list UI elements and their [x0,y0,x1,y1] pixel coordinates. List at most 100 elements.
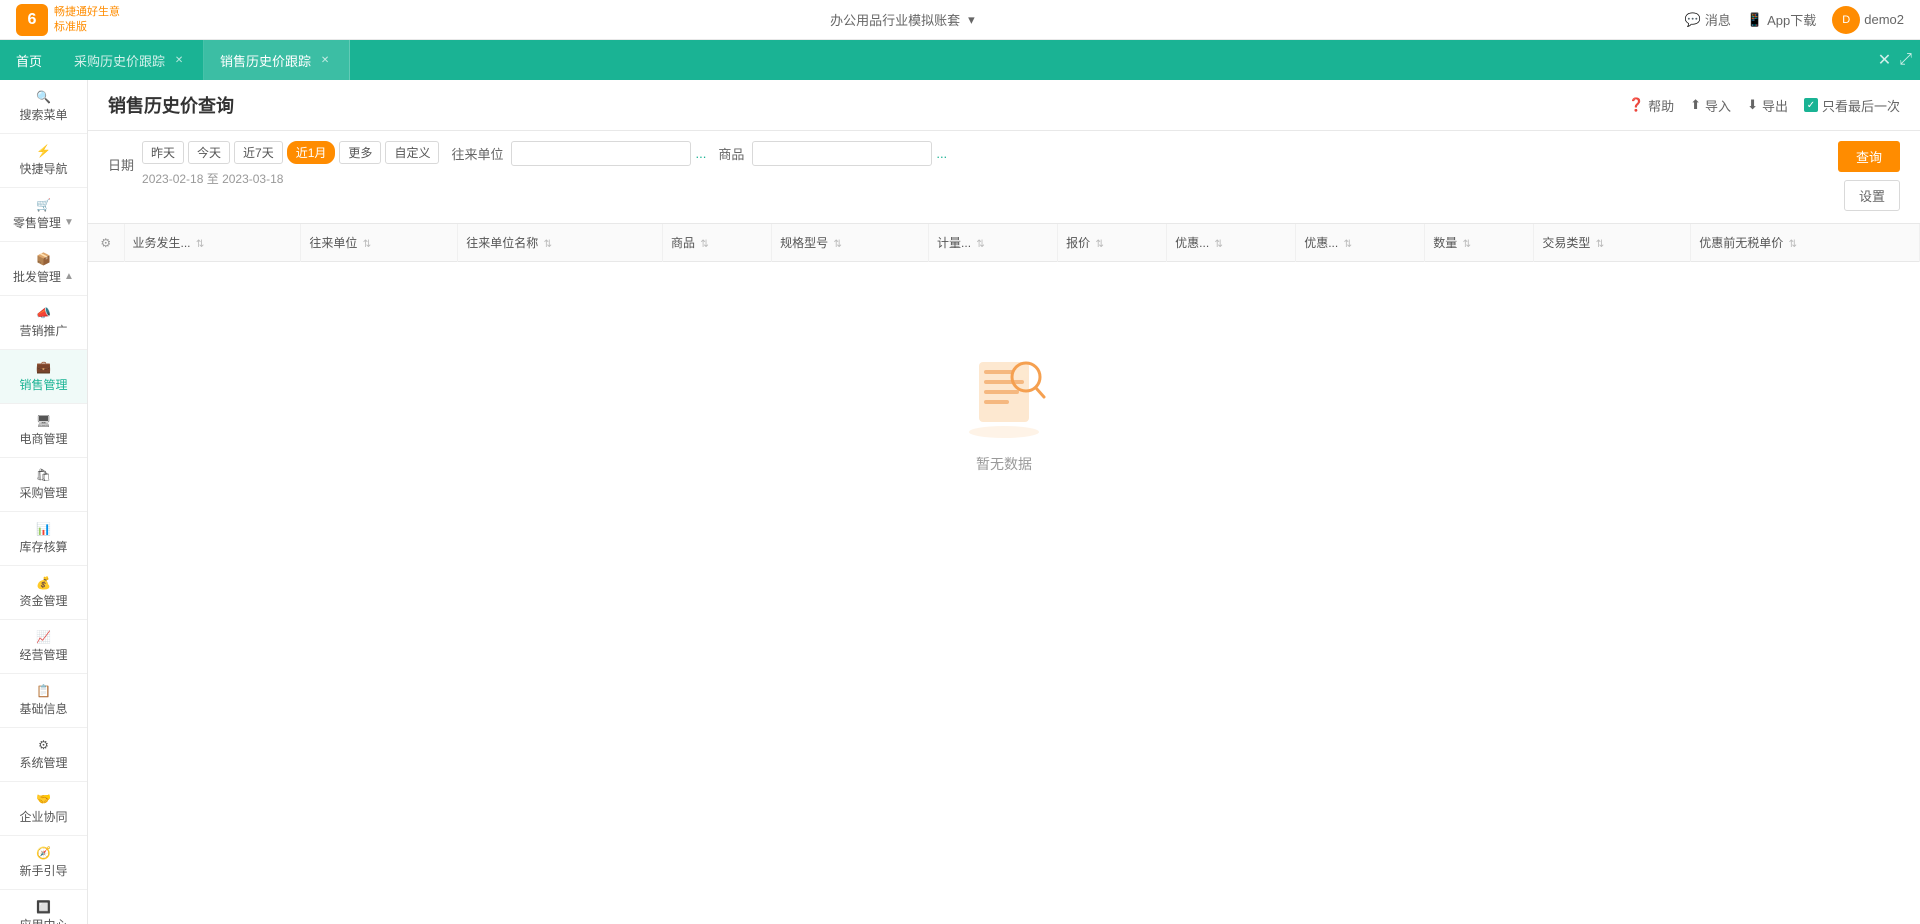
download-icon: 📱 [1747,12,1763,28]
tab-purchase[interactable]: 采购历史价跟踪 ✕ [58,40,204,80]
sort-arrows-partner-code: ⇅ [363,239,371,250]
sort-arrows-unit: ⇅ [976,239,984,250]
only-last-checkbox[interactable]: ✓ 只看最后一次 [1804,96,1900,115]
operations-icon: 📈 [36,630,51,644]
date-filter-controls: 昨天 今天 近7天 近1月 更多 自定义 2023-02-18 至 2023-0… [142,141,439,187]
goods-input[interactable] [752,141,932,166]
user-menu[interactable]: D demo2 [1832,6,1904,34]
sort-arrows-biz-date: ⇅ [196,239,204,250]
sidebar-item-marketing[interactable]: 📣 营销推广 [0,296,87,350]
tab-home[interactable]: 首页 [0,40,58,80]
sort-arrows-partner-name: ⇅ [544,239,552,250]
sort-arrows-quantity: ⇅ [1463,239,1471,250]
date-btn-yesterday[interactable]: 昨天 [142,141,184,164]
th-pretax-price[interactable]: 优惠前无税单价 ⇅ [1691,224,1920,262]
main-layout: 🔍 搜索菜单 ⚡ 快捷导航 🛒 零售管理 ▼ 📦 批发管理 ▲ 📣 营销推广 [0,80,1920,924]
sidebar-item-enterprise[interactable]: 🤝 企业协同 [0,782,87,836]
data-table: ⚙ 业务发生... ⇅ 往来单位 ⇅ 往来单位名称 ⇅ [88,224,1920,262]
th-quote[interactable]: 报价 ⇅ [1058,224,1167,262]
filter-actions: 查询 设置 [1838,141,1900,211]
chevron-up-icon: ▲ [64,271,74,282]
logo-area: 6 畅捷通好生意 标准版 [16,4,120,36]
empty-illustration [954,342,1054,442]
topbar-left: 6 畅捷通好生意 标准版 [16,4,120,36]
checkbox-checked-icon: ✓ [1804,98,1818,112]
marketing-icon: 📣 [36,306,51,320]
sort-arrows-discount1: ⇅ [1215,239,1223,250]
date-btn-7days[interactable]: 近7天 [234,141,283,164]
maximize-button[interactable]: ⤢ [1899,51,1912,69]
retail-icon: 🛒 [36,198,51,212]
th-quantity[interactable]: 数量 ⇅ [1425,224,1534,262]
settings-button[interactable]: 设置 [1844,180,1900,211]
tab-purchase-close-icon[interactable]: ✕ [171,52,187,68]
import-icon: ⬆ [1690,97,1701,113]
partner-input[interactable] [511,141,691,166]
th-gear[interactable]: ⚙ [88,224,124,262]
topbar: 6 畅捷通好生意 标准版 办公用品行业模拟账套 ▾ 💬 消息 📱 App下载 D… [0,0,1920,40]
close-window-button[interactable]: ✕ [1878,50,1891,70]
th-discount2[interactable]: 优惠... ⇅ [1296,224,1425,262]
tab-sales-close-icon[interactable]: ✕ [317,52,333,68]
date-range-text: 2023-02-18 至 2023-03-18 [142,170,439,187]
sidebar-item-operations[interactable]: 📈 经营管理 [0,620,87,674]
system-icon: ⚙ [38,738,49,752]
tab-sales[interactable]: 销售历史价跟踪 ✕ [204,40,350,80]
th-partner-name[interactable]: 往来单位名称 ⇅ [458,224,663,262]
date-filter-label: 日期 [108,155,134,174]
empty-state: 暂无数据 [88,262,1920,554]
filter-row: 日期 昨天 今天 近7天 近1月 更多 自定义 2023-02-18 至 202… [108,141,1818,187]
th-trade-type[interactable]: 交易类型 ⇅ [1534,224,1691,262]
th-goods[interactable]: 商品 ⇅ [663,224,772,262]
sidebar-item-shortcut[interactable]: ⚡ 快捷导航 [0,134,87,188]
sidebar-item-apps[interactable]: 🔲 应用中心 [0,890,87,924]
basic-icon: 📋 [36,684,51,698]
sidebar-item-sales[interactable]: 💼 销售管理 [0,350,87,404]
partner-filter-label: 往来单位 [451,144,503,163]
date-btn-more[interactable]: 更多 [339,141,381,164]
tabbar-actions: ✕ ⤢ [1878,40,1920,80]
help-icon: ❓ [1628,97,1644,113]
goods-filter-label: 商品 [718,144,744,163]
chevron-down-icon: ▼ [64,217,74,228]
export-button[interactable]: ⬇ 导出 [1747,96,1788,115]
tabbar: 首页 采购历史价跟踪 ✕ 销售历史价跟踪 ✕ ✕ ⤢ [0,40,1920,80]
sidebar-item-finance[interactable]: 💰 资金管理 [0,566,87,620]
empty-text: 暂无数据 [976,454,1032,474]
sidebar-item-purchase[interactable]: 🛍 采购管理 [0,458,87,512]
message-button[interactable]: 💬 消息 [1685,10,1731,29]
sidebar: 🔍 搜索菜单 ⚡ 快捷导航 🛒 零售管理 ▼ 📦 批发管理 ▲ 📣 营销推广 [0,80,88,924]
date-buttons: 昨天 今天 近7天 近1月 更多 自定义 [142,141,439,164]
sidebar-item-retail[interactable]: 🛒 零售管理 ▼ [0,188,87,242]
goods-filter-group: 商品 ... [718,141,947,166]
th-partner-code[interactable]: 往来单位 ⇅ [301,224,458,262]
th-biz-date[interactable]: 业务发生... ⇅ [124,224,301,262]
query-button[interactable]: 查询 [1838,141,1900,172]
topbar-center: 办公用品行业模拟账套 ▾ [830,10,975,29]
sidebar-item-ecommerce[interactable]: 🖥 电商管理 [0,404,87,458]
date-btn-custom[interactable]: 自定义 [385,141,439,164]
sidebar-item-guide[interactable]: 🧭 新手引导 [0,836,87,890]
date-btn-today[interactable]: 今天 [188,141,230,164]
date-btn-1month[interactable]: 近1月 [287,141,336,164]
ecommerce-icon: 🖥 [36,414,51,428]
guide-icon: 🧭 [36,846,51,860]
app-selector-label[interactable]: 办公用品行业模拟账套 [830,10,960,29]
sort-arrows-goods: ⇅ [700,239,708,250]
goods-ellipsis-button[interactable]: ... [936,146,947,161]
sidebar-item-inventory[interactable]: 📊 库存核算 [0,512,87,566]
sort-arrows-trade-type: ⇅ [1596,239,1604,250]
th-unit[interactable]: 计量... ⇅ [929,224,1058,262]
avatar: D [1832,6,1860,34]
sidebar-item-basic[interactable]: 📋 基础信息 [0,674,87,728]
app-download-button[interactable]: 📱 App下载 [1747,10,1816,29]
sidebar-item-system[interactable]: ⚙ 系统管理 [0,728,87,782]
th-spec[interactable]: 规格型号 ⇅ [772,224,929,262]
sidebar-item-search[interactable]: 🔍 搜索菜单 [0,80,87,134]
th-discount1[interactable]: 优惠... ⇅ [1167,224,1296,262]
import-button[interactable]: ⬆ 导入 [1690,96,1731,115]
logo-icon: 6 [16,4,48,36]
sidebar-item-wholesale[interactable]: 📦 批发管理 ▲ [0,242,87,296]
help-button[interactable]: ❓ 帮助 [1628,96,1674,115]
partner-ellipsis-button[interactable]: ... [695,146,706,161]
